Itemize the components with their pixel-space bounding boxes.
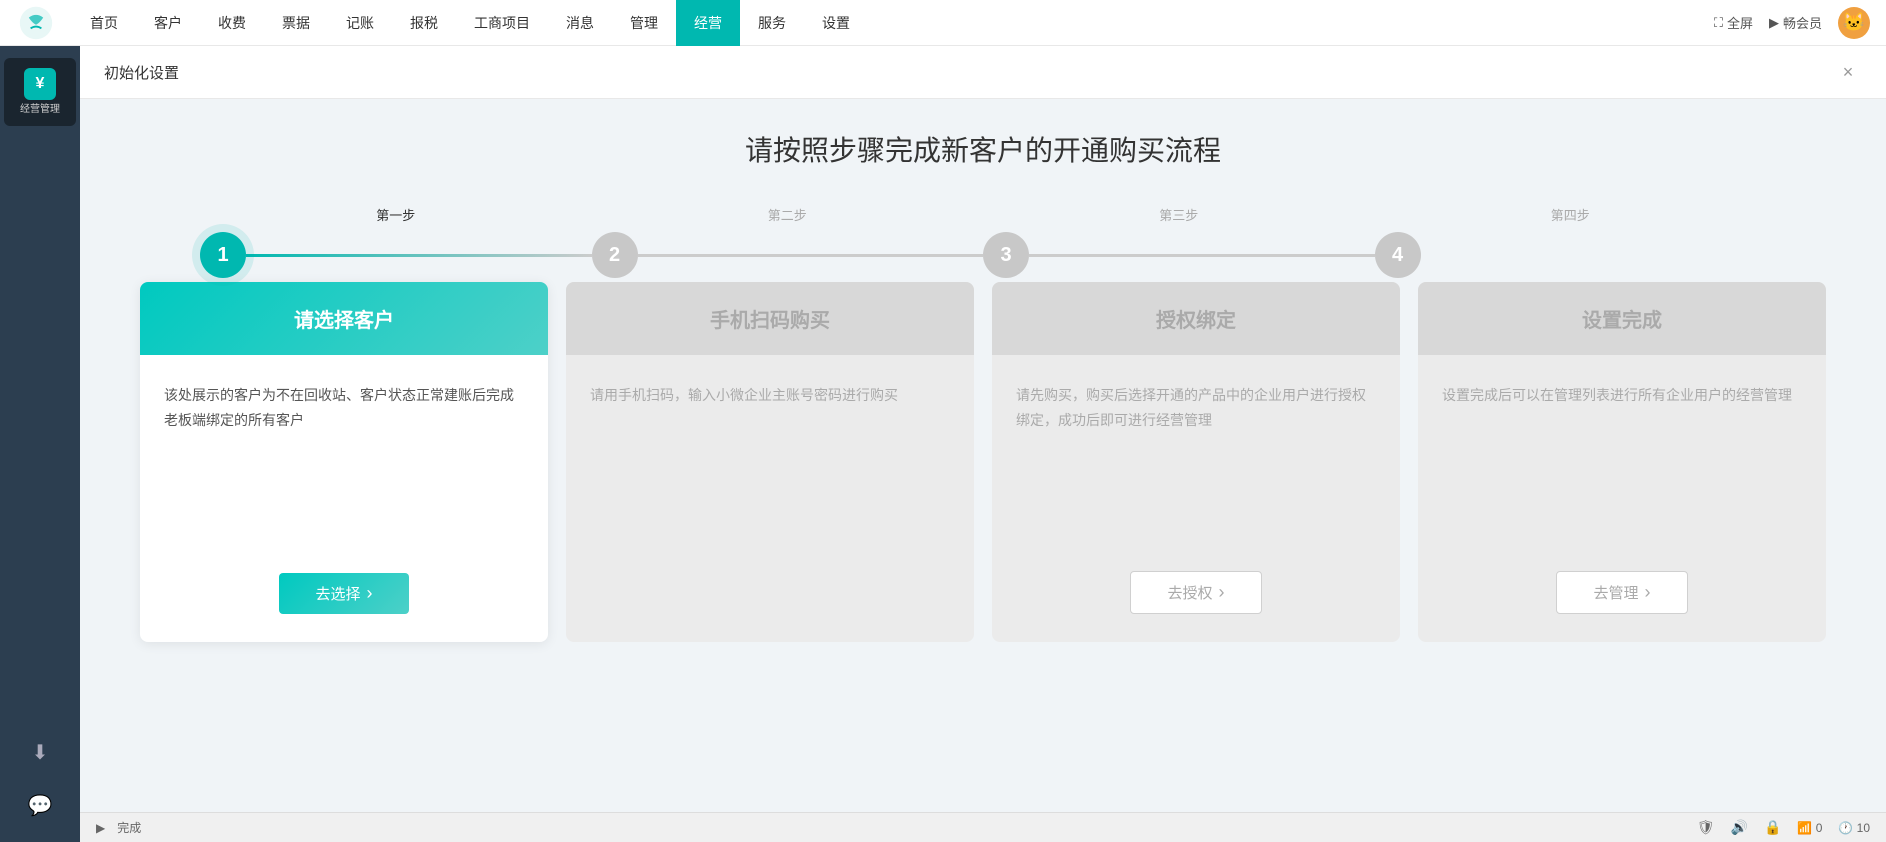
step2-label: 第二步 <box>768 205 807 224</box>
vip-button[interactable]: ▶ 畅会员 <box>1769 13 1822 32</box>
card3-arrow-icon: › <box>1219 582 1225 603</box>
play-status-icon: ▶ <box>96 821 105 835</box>
nav-item-customer[interactable]: 客户 <box>136 0 200 46</box>
nav-item-business[interactable]: 工商项目 <box>456 0 548 46</box>
step-indicator-3: 第三步 3 › <box>983 205 1375 278</box>
fullscreen-icon: ⛶ <box>1714 15 1723 31</box>
card3-header: 授权绑定 <box>992 282 1400 355</box>
step3-label: 第三步 <box>1159 205 1198 224</box>
step4-circle: 4 <box>1375 232 1421 278</box>
sidebar-support[interactable]: 💬 <box>4 785 76 826</box>
card4-button[interactable]: 去管理 › <box>1556 571 1687 614</box>
card2-header: 手机扫码购买 <box>566 282 974 355</box>
step1-label: 第一步 <box>376 205 415 224</box>
nav-item-home[interactable]: 首页 <box>72 0 136 46</box>
download-icon: ⬇ <box>32 740 49 765</box>
support-icon: 💬 <box>28 793 53 818</box>
card4-header: 设置完成 <box>1418 282 1826 355</box>
nav-item-fee[interactable]: 收费 <box>200 0 264 46</box>
step-card-2: 手机扫码购买 请用手机扫码，输入小微企业主账号密码进行购买 <box>566 282 974 642</box>
card4-footer: 去管理 › <box>1418 555 1826 642</box>
step-cards: 请选择客户 该处展示的客户为不在回收站、客户状态正常建账后完成老板端绑定的所有客… <box>140 282 1826 642</box>
close-button[interactable]: × <box>1834 58 1862 86</box>
shield-icon: 🛡 <box>1697 819 1715 836</box>
top-nav: 首页 客户 收费 票据 记账 报税 工商项目 消息 管理 经营 服务 设置 ⛶ … <box>0 0 1886 46</box>
step2-circle: 2 <box>592 232 638 278</box>
step2-line: › <box>638 254 984 257</box>
fullscreen-button[interactable]: ⛶ 全屏 <box>1714 13 1753 32</box>
step-indicators-row: 第一步 1 › 第二步 2 <box>140 205 1826 278</box>
volume-icon: 🔊 <box>1731 819 1748 836</box>
status-bar: ▶ 完成 🛡 🔊 🔒 📶 0 🕐 10 <box>80 812 1886 842</box>
network-icon: 📶 0 <box>1797 821 1822 835</box>
nav-logo <box>16 3 56 43</box>
status-bar-right: 🛡 🔊 🔒 📶 0 🕐 10 <box>1697 819 1870 836</box>
status-text: 完成 <box>117 819 141 836</box>
card4-body: 设置完成后可以在管理列表进行所有企业用户的经营管理 <box>1418 355 1826 555</box>
step3-circle: 3 <box>983 232 1029 278</box>
nav-item-settings[interactable]: 设置 <box>804 0 868 46</box>
user-avatar[interactable]: 🐱 <box>1838 7 1870 39</box>
page-title: 初始化设置 <box>104 62 179 83</box>
steps-container: 请按照步骤完成新客户的开通购买流程 第一步 1 › <box>80 99 1886 812</box>
card1-body: 该处展示的客户为不在回收站、客户状态正常建账后完成老板端绑定的所有客户 <box>140 355 548 557</box>
card1-button[interactable]: 去选择 › <box>279 573 408 614</box>
card2-footer <box>566 598 974 642</box>
nav-item-service[interactable]: 服务 <box>740 0 804 46</box>
step1-circle: 1 <box>200 232 246 278</box>
step1-line: › <box>246 254 592 257</box>
lock-icon: 🔒 <box>1764 819 1781 836</box>
main-layout: ¥ 经营管理 ⬇ 💬 初始化设置 × 请按照步骤完成新客户的开通购买流程 <box>0 46 1886 842</box>
sidebar-bottom: ⬇ 💬 <box>4 732 76 842</box>
sidebar-item-operation[interactable]: ¥ 经营管理 <box>4 58 76 126</box>
nav-items: 首页 客户 收费 票据 记账 报税 工商项目 消息 管理 经营 服务 设置 <box>72 0 1714 46</box>
step3-line: › <box>1029 254 1375 257</box>
play-icon: ▶ <box>1769 15 1779 31</box>
step-indicator-2: 第二步 2 › <box>592 205 984 278</box>
nav-item-manage[interactable]: 管理 <box>612 0 676 46</box>
step-indicator-4: 第四步 4 <box>1375 205 1767 278</box>
card1-header: 请选择客户 <box>140 282 548 355</box>
nav-item-operation[interactable]: 经营 <box>676 0 740 46</box>
steps-heading: 请按照步骤完成新客户的开通购买流程 <box>140 129 1826 169</box>
card3-button[interactable]: 去授权 › <box>1130 571 1261 614</box>
nav-item-tax[interactable]: 报税 <box>392 0 456 46</box>
step-card-3: 授权绑定 请先购买，购买后选择开通的产品中的企业用户进行授权绑定，成功后即可进行… <box>992 282 1400 642</box>
nav-item-message[interactable]: 消息 <box>548 0 612 46</box>
clock-icon: 🕐 10 <box>1838 821 1870 835</box>
card1-arrow-icon: › <box>367 583 373 604</box>
step-card-1: 请选择客户 该处展示的客户为不在回收站、客户状态正常建账后完成老板端绑定的所有客… <box>140 282 548 642</box>
nav-item-bookkeeping[interactable]: 记账 <box>328 0 392 46</box>
card4-arrow-icon: › <box>1645 582 1651 603</box>
nav-right: ⛶ 全屏 ▶ 畅会员 🐱 <box>1714 7 1870 39</box>
sidebar: ¥ 经营管理 ⬇ 💬 <box>0 46 80 842</box>
card1-footer: 去选择 › <box>140 557 548 642</box>
yen-icon: ¥ <box>24 68 56 100</box>
page-header: 初始化设置 × <box>80 46 1886 99</box>
card3-body: 请先购买，购买后选择开通的产品中的企业用户进行授权绑定，成功后即可进行经营管理 <box>992 355 1400 555</box>
main-content: 初始化设置 × 请按照步骤完成新客户的开通购买流程 第一步 1 › <box>80 46 1886 842</box>
step-indicator-1: 第一步 1 › <box>200 205 592 278</box>
card3-footer: 去授权 › <box>992 555 1400 642</box>
sidebar-download[interactable]: ⬇ <box>4 732 76 773</box>
step-card-4: 设置完成 设置完成后可以在管理列表进行所有企业用户的经营管理 去管理 › <box>1418 282 1826 642</box>
nav-item-invoice[interactable]: 票据 <box>264 0 328 46</box>
card2-body: 请用手机扫码，输入小微企业主账号密码进行购买 <box>566 355 974 598</box>
step4-label: 第四步 <box>1551 205 1590 224</box>
